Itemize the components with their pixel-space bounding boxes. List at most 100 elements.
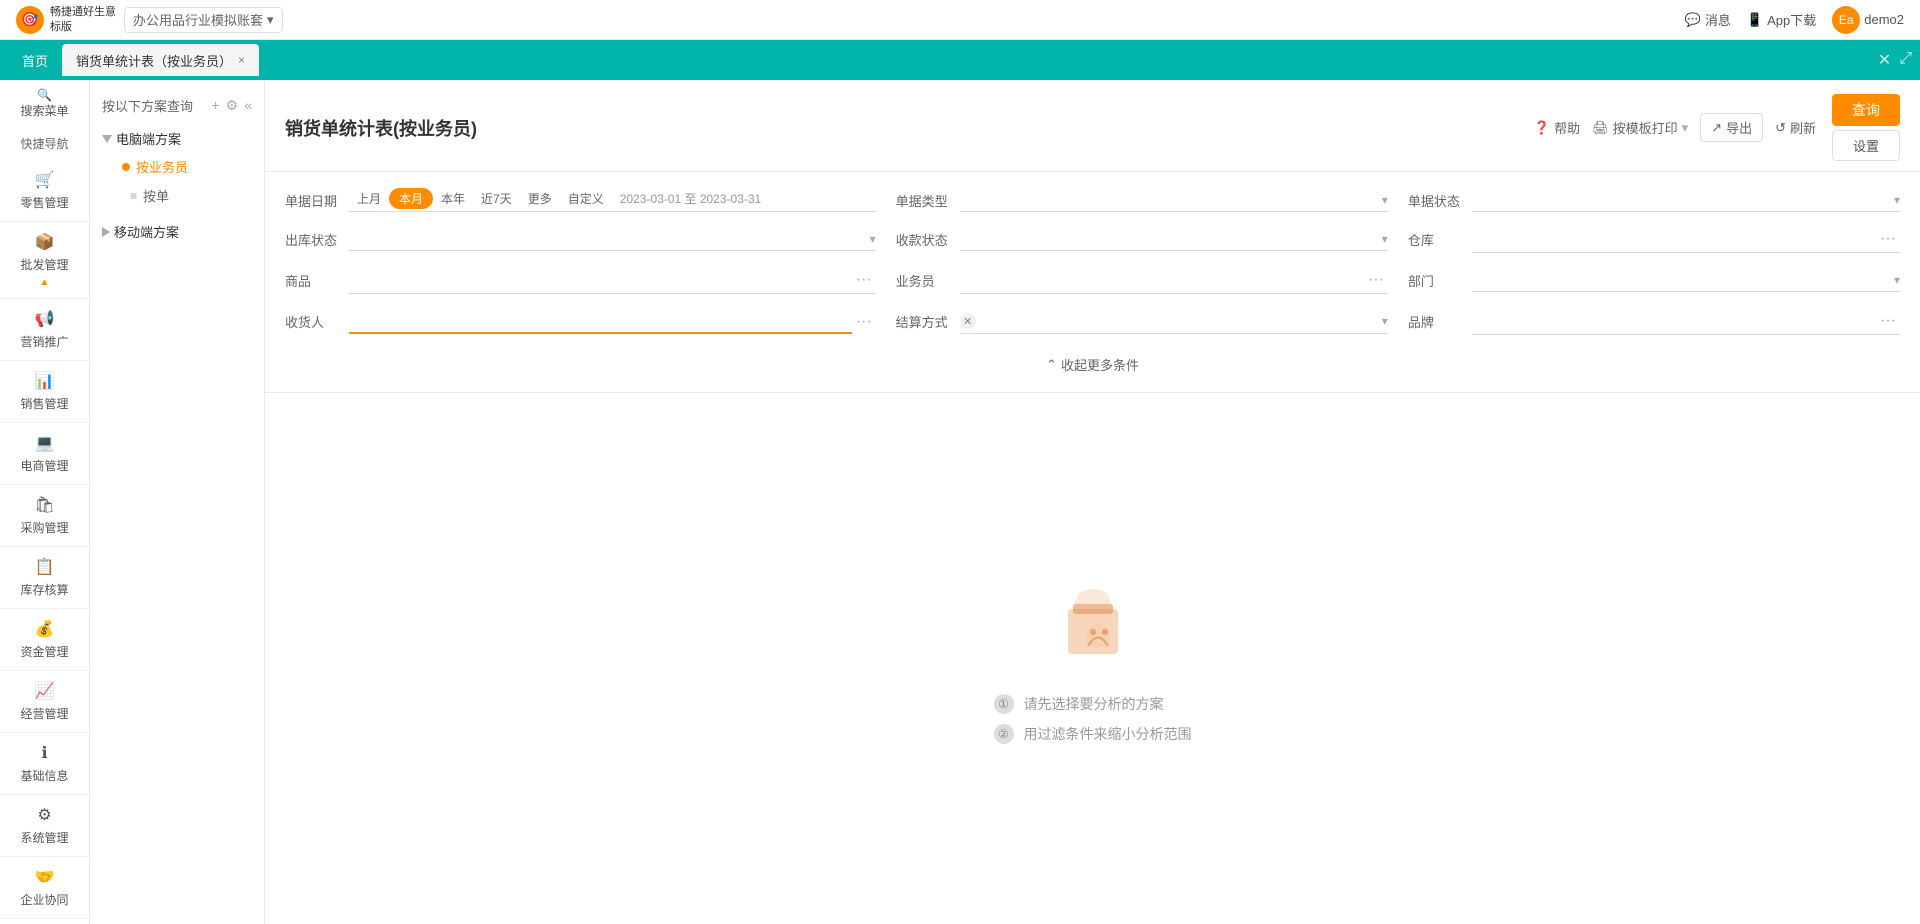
sidebar-item-inventory[interactable]: 📋 库存核算: [0, 547, 89, 609]
doc-status-select[interactable]: ▾: [1472, 189, 1900, 212]
filter-doctype-field: 单据类型 ▾: [896, 189, 1388, 212]
print-btn[interactable]: 🖨 按模板打印 ▾: [1592, 118, 1688, 137]
page-title: 销货单统计表(按业务员): [285, 115, 477, 141]
message-icon: 💬: [1685, 12, 1701, 28]
doc-type-select[interactable]: ▾: [960, 189, 1388, 212]
doc-type-chevron-icon: ▾: [1382, 193, 1388, 207]
message-btn[interactable]: 💬 消息: [1685, 10, 1731, 29]
filter-row-1: 单据日期 上月 本月 本年 近7天 更多 自定义 2023-03-01 至 20…: [285, 188, 1900, 212]
sidebar-quicknav[interactable]: 快捷导航: [0, 127, 89, 160]
consignee-input[interactable]: [349, 309, 852, 334]
empty-illustration: [1043, 574, 1143, 674]
filter-docstatus-field: 单据状态 ▾: [1408, 189, 1900, 212]
window-expand-btn[interactable]: ⤢: [1899, 50, 1912, 70]
date-btn-this-month[interactable]: 本月: [389, 188, 433, 209]
sidebar-search[interactable]: 🔍 搜索菜单: [0, 80, 89, 127]
help-btn[interactable]: ❓ 帮助: [1534, 118, 1580, 137]
avatar: Ea: [1832, 6, 1860, 34]
settings-btn[interactable]: 设置: [1832, 130, 1900, 161]
app-download-btn[interactable]: 📱 App下载: [1747, 10, 1816, 29]
sidebar-item-wholesale[interactable]: 📦 批发管理 ▲: [0, 222, 89, 299]
search-icon: 🔍: [37, 88, 52, 102]
filter-row-2: 出库状态 ▾ 收款状态 ▾ 仓库: [285, 226, 1900, 253]
refresh-icon: ↺: [1775, 120, 1786, 136]
top-bar: 🎯 畅捷通好生意 标版 办公用品行业模拟账套 ▾ 💬 消息 📱 App下载 Ea…: [0, 0, 1920, 40]
basic-icon: ℹ: [41, 743, 47, 763]
export-btn[interactable]: ↗ 导出: [1700, 113, 1763, 142]
date-btn-this-year[interactable]: 本年: [433, 188, 473, 209]
mobile-group-header[interactable]: 移动端方案: [102, 218, 252, 245]
dept-select[interactable]: ▾: [1472, 269, 1900, 292]
logo-icon: 🎯: [16, 6, 44, 34]
filter-warehouse-field: 仓库 ···: [1408, 226, 1900, 253]
consignee-picker-btn[interactable]: ···: [852, 313, 876, 331]
query-btn[interactable]: 查询: [1832, 94, 1900, 126]
logo-text: 畅捷通好生意 标版: [50, 5, 116, 34]
left-panel-header: 按以下方案查询 + ⚙ «: [90, 90, 264, 121]
app-dropdown[interactable]: 办公用品行业模拟账套 ▾: [124, 7, 283, 33]
filter-row-3: 商品 ··· 业务员 ··· 部门: [285, 267, 1900, 294]
export-icon: ↗: [1711, 120, 1722, 136]
add-scheme-btn[interactable]: +: [211, 97, 219, 114]
left-panel: 按以下方案查询 + ⚙ « 电脑端方案 按业务员 ≡ 按单: [90, 80, 265, 924]
dept-chevron-icon: ▾: [1894, 273, 1900, 287]
sidebar-item-retail[interactable]: 🛒 零售管理: [0, 160, 89, 222]
empty-state: ① 请先选择要分析的方案 ② 用过滤条件来缩小分析范围: [265, 393, 1920, 924]
tab-close-btn[interactable]: ×: [238, 53, 245, 67]
tab-active[interactable]: 销货单统计表（按业务员） ×: [62, 44, 259, 76]
sidebar-item-operations[interactable]: 📈 经营管理: [0, 671, 89, 733]
collapse-icon: ⌃: [1046, 357, 1057, 373]
print-chevron-icon: ▾: [1682, 120, 1689, 136]
user-avatar-btn[interactable]: Ea demo2: [1832, 6, 1904, 34]
tab-bar: 首页 销货单统计表（按业务员） × ✕ ⤢: [0, 40, 1920, 80]
collapse-panel-btn[interactable]: «: [244, 97, 252, 114]
sidebar-item-system[interactable]: ⚙ 系统管理: [0, 795, 89, 857]
purchase-icon: 🛍: [34, 495, 54, 515]
filter-outstatus-field: 出库状态 ▾: [285, 228, 876, 251]
sidebar-item-sales[interactable]: 📊 销售管理: [0, 361, 89, 423]
page-header: 销货单统计表(按业务员) ❓ 帮助 🖨 按模板打印 ▾ ↗: [265, 80, 1920, 172]
sidebar-item-guide[interactable]: 🎯 新手引导: [0, 919, 89, 924]
settlement-clear-btn[interactable]: ✕: [960, 313, 976, 329]
sidebar-item-purchase[interactable]: 🛍 采购管理: [0, 485, 89, 547]
sidebar-item-collab[interactable]: 🤝 企业协同: [0, 857, 89, 919]
desktop-group-header[interactable]: 电脑端方案: [102, 125, 252, 152]
window-close-btn[interactable]: ✕: [1878, 50, 1891, 70]
scheme-item-by-order[interactable]: ≡ 按单: [102, 181, 252, 210]
scheme-item-salesperson[interactable]: 按业务员: [102, 152, 252, 181]
filter-salesperson-field: 业务员 ···: [896, 267, 1388, 294]
date-btn-7days[interactable]: 近7天: [473, 188, 520, 209]
action-group: ❓ 帮助 🖨 按模板打印 ▾ ↗ 导出 ↺: [1534, 113, 1816, 142]
ecom-icon: 💻: [35, 433, 55, 453]
date-btn-last-month[interactable]: 上月: [349, 188, 389, 209]
out-status-select[interactable]: ▾: [349, 228, 876, 251]
salesperson-picker-btn[interactable]: ···: [1364, 271, 1388, 289]
settings-scheme-btn[interactable]: ⚙: [226, 97, 239, 114]
goods-picker-btn[interactable]: ···: [852, 271, 876, 289]
date-btn-more[interactable]: 更多: [520, 188, 560, 209]
filter-collectstatus-field: 收款状态 ▾: [896, 228, 1388, 251]
sidebar-item-marketing[interactable]: 📢 营销推广: [0, 299, 89, 361]
left-panel-icons: + ⚙ «: [211, 97, 252, 114]
filter-date-field: 单据日期 上月 本月 本年 近7天 更多 自定义 2023-03-01 至 20…: [285, 188, 876, 212]
mobile-scheme-group: 移动端方案: [90, 214, 264, 249]
sidebar-item-ecom[interactable]: 💻 电商管理: [0, 423, 89, 485]
sidebar-item-basic[interactable]: ℹ 基础信息: [0, 733, 89, 795]
expand-icon: [102, 227, 110, 237]
tab-home[interactable]: 首页: [8, 44, 62, 76]
step-num-2: ②: [994, 724, 1014, 744]
refresh-btn[interactable]: ↺ 刷新: [1775, 118, 1816, 137]
operations-icon: 📈: [35, 681, 55, 701]
logo-area: 🎯 畅捷通好生意 标版: [16, 5, 116, 34]
sidebar-item-finance[interactable]: 💰 资金管理: [0, 609, 89, 671]
settlement-chevron-icon: ▾: [1382, 314, 1388, 328]
collapse-more-btn[interactable]: ⌃ 收起更多条件: [1046, 355, 1139, 374]
date-range-display: 2023-03-01 至 2023-03-31: [620, 190, 761, 207]
date-btn-custom[interactable]: 自定义: [560, 188, 612, 209]
finance-icon: 💰: [35, 619, 55, 639]
warehouse-picker-btn[interactable]: ···: [1876, 230, 1900, 248]
brand-picker-btn[interactable]: ···: [1876, 312, 1900, 330]
settlement-select[interactable]: ✕ ▾: [960, 309, 1388, 334]
empty-steps: ① 请先选择要分析的方案 ② 用过滤条件来缩小分析范围: [994, 694, 1192, 744]
collect-status-select[interactable]: ▾: [960, 228, 1388, 251]
